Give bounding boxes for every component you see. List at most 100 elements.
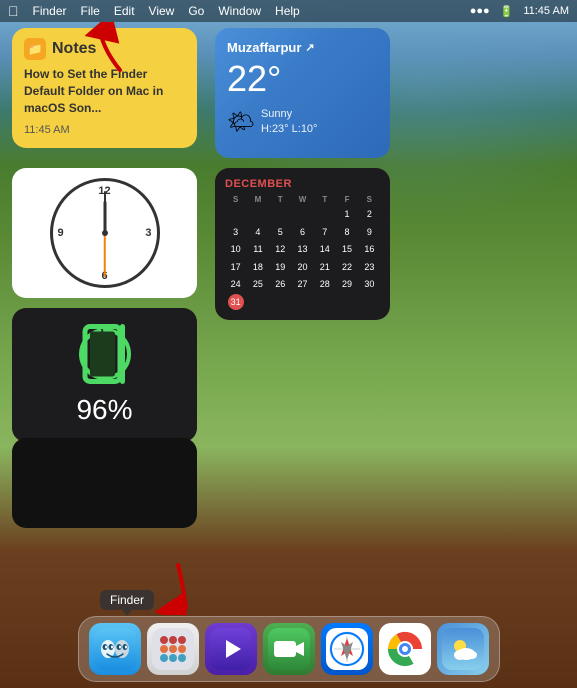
- dock: [78, 616, 500, 682]
- cal-day-22: 22: [336, 259, 357, 276]
- cal-day-empty3: [270, 206, 291, 223]
- menubar-file[interactable]: File: [81, 4, 100, 18]
- cal-header-s2: S: [359, 194, 380, 205]
- cal-day-17: 17: [225, 259, 246, 276]
- dock-item-chrome[interactable]: [379, 623, 431, 675]
- cal-header-t2: T: [314, 194, 335, 205]
- cal-day-2: 2: [359, 206, 380, 223]
- cal-header-m: M: [247, 194, 268, 205]
- cal-day-20: 20: [292, 259, 313, 276]
- second-hand: [104, 233, 106, 277]
- calendar-grid: S M T W T F S 1 2 3 4 5 6 7 8 9 10 11: [225, 194, 380, 310]
- imovie-dock-icon[interactable]: [205, 623, 257, 675]
- menubar-finder[interactable]: Finder: [33, 4, 67, 18]
- finder-arrow: [148, 560, 208, 620]
- finder-tooltip-label: Finder: [100, 590, 154, 610]
- cal-day-27: 27: [292, 276, 313, 293]
- cal-day-empty5: [314, 206, 335, 223]
- launchpad-dock-icon[interactable]: [147, 623, 199, 675]
- cal-day-3: 3: [225, 224, 246, 241]
- cal-day-1: 1: [336, 206, 357, 223]
- cal-day-empty1: [225, 206, 246, 223]
- dock-item-launchpad[interactable]: [147, 623, 199, 675]
- weather-dock-icon[interactable]: [437, 623, 489, 675]
- cal-day-14: 14: [314, 241, 335, 258]
- weather-description: Sunny H:23° L:10°: [261, 107, 318, 138]
- location-arrow-icon: ↗: [305, 41, 314, 54]
- weather-location: Muzaffarpur ↗: [227, 40, 378, 55]
- cal-day-10: 10: [225, 241, 246, 258]
- cal-day-6: 6: [292, 224, 313, 241]
- battery-laptop-icon: [75, 324, 135, 384]
- dock-item-imovie[interactable]: [205, 623, 257, 675]
- clock-widget: 12 3 6 9: [12, 168, 197, 298]
- finder-tooltip: Finder: [100, 590, 154, 616]
- clock-display: 11:45 AM: [523, 5, 569, 17]
- menubar-window[interactable]: Window: [218, 4, 261, 18]
- dock-item-facetime[interactable]: [263, 623, 315, 675]
- cal-header-f: F: [336, 194, 357, 205]
- dock-item-safari[interactable]: [321, 623, 373, 675]
- notes-note-text: How to Set the Finder Default Folder on …: [24, 66, 185, 116]
- menubar-right: ●●● 🔋 11:45 AM: [470, 5, 569, 18]
- cal-day-5: 5: [270, 224, 291, 241]
- notes-folder-icon: 📁: [24, 38, 46, 60]
- menubar-go[interactable]: Go: [188, 4, 204, 18]
- safari-dock-icon[interactable]: [321, 623, 373, 675]
- battery-widget: 96%: [12, 308, 197, 442]
- clock-face: 12 3 6 9: [50, 178, 160, 288]
- weather-widget[interactable]: Muzaffarpur ↗ 22° 🌤 Sunny H:23° L:10°: [215, 28, 390, 158]
- cal-day-21: 21: [314, 259, 335, 276]
- clock-center: [102, 230, 108, 236]
- cal-day-30: 30: [359, 276, 380, 293]
- battery-icon: 🔋: [500, 5, 514, 18]
- cal-day-7: 7: [314, 224, 335, 241]
- cal-day-4: 4: [247, 224, 268, 241]
- menubar-help[interactable]: Help: [275, 4, 300, 18]
- weather-temperature: 22°: [227, 59, 378, 99]
- menubar:  Finder File Edit View Go Window Help ●…: [0, 0, 577, 22]
- cal-header-w: W: [292, 194, 313, 205]
- cal-day-11: 11: [247, 241, 268, 258]
- cal-day-23: 23: [359, 259, 380, 276]
- dock-item-finder[interactable]: [89, 623, 141, 675]
- cal-day-empty2: [247, 206, 268, 223]
- cal-day-24: 24: [225, 276, 246, 293]
- cal-day-13: 13: [292, 241, 313, 258]
- dock-item-weather[interactable]: [437, 623, 489, 675]
- tooltip-caret: [122, 610, 132, 616]
- clock-9: 9: [58, 227, 64, 239]
- cal-day-empty4: [292, 206, 313, 223]
- finder-dock-icon[interactable]: [89, 623, 141, 675]
- facetime-dock-icon[interactable]: [263, 623, 315, 675]
- cal-day-9: 9: [359, 224, 380, 241]
- notes-timestamp: 11:45 AM: [24, 124, 185, 136]
- cal-day-25: 25: [247, 276, 268, 293]
- cal-day-16: 16: [359, 241, 380, 258]
- cal-day-12: 12: [270, 241, 291, 258]
- menubar-view[interactable]: View: [149, 4, 175, 18]
- chrome-dock-icon[interactable]: [379, 623, 431, 675]
- cal-day-18: 18: [247, 259, 268, 276]
- cal-day-19: 19: [270, 259, 291, 276]
- desktop:  Finder File Edit View Go Window Help ●…: [0, 0, 577, 688]
- cal-day-31-today: 31: [228, 294, 244, 310]
- dark-widget: [12, 438, 197, 528]
- calendar-widget[interactable]: DECEMBER S M T W T F S 1 2 3 4 5 6 7 8 9: [215, 168, 390, 320]
- minute-hand: [104, 191, 106, 233]
- cal-day-15: 15: [336, 241, 357, 258]
- clock-3: 3: [145, 227, 151, 239]
- menubar-left:  Finder File Edit View Go Window Help: [8, 3, 300, 19]
- menubar-edit[interactable]: Edit: [114, 4, 135, 18]
- cal-header-s1: S: [225, 194, 246, 205]
- wifi-icon[interactable]: ●●●: [470, 5, 490, 17]
- battery-circle-chart: [75, 324, 135, 384]
- cal-day-26: 26: [270, 276, 291, 293]
- battery-percentage: 96%: [76, 394, 132, 426]
- weather-condition-row: 🌤 Sunny H:23° L:10°: [227, 107, 378, 138]
- cal-header-t1: T: [270, 194, 291, 205]
- calendar-month: DECEMBER: [225, 178, 380, 190]
- cal-day-29: 29: [336, 276, 357, 293]
- cal-day-8: 8: [336, 224, 357, 241]
- apple-menu[interactable]: : [8, 3, 19, 19]
